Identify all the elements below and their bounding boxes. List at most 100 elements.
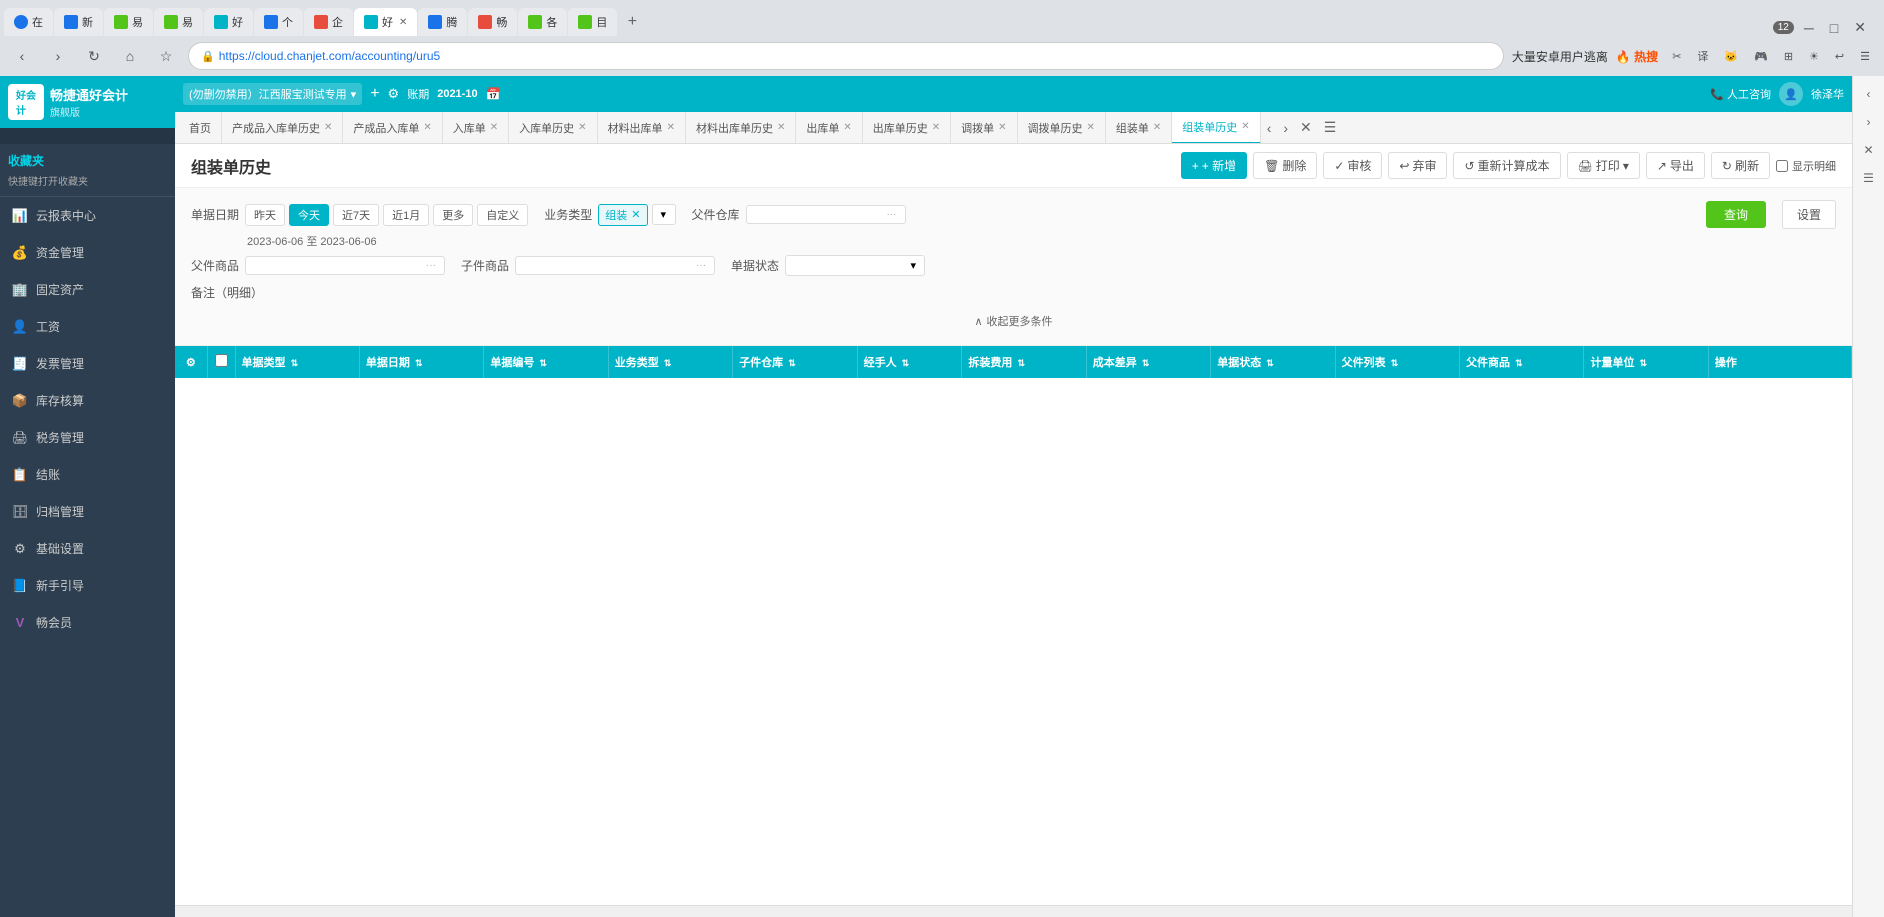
settings-icon-topbar[interactable]: ⚙ bbox=[388, 86, 400, 102]
tab-close-inbound[interactable]: ✕ bbox=[490, 122, 498, 133]
col-bill-type[interactable]: 单据类型 ⇅ bbox=[235, 346, 359, 378]
sidebar-item-settings[interactable]: ⚙ 基础设置 bbox=[0, 530, 175, 567]
tab-outbound[interactable]: 出库单 ✕ bbox=[796, 112, 862, 144]
minimize-button[interactable]: ─ bbox=[1798, 20, 1820, 36]
sidebar-item-reports[interactable]: 📊 云报表中心 bbox=[0, 197, 175, 234]
browser-tab-active[interactable]: 好 ✕ bbox=[354, 8, 417, 36]
sidebar-item-finance[interactable]: 💰 资金管理 bbox=[0, 234, 175, 271]
sidebar-item-invoice[interactable]: 🧾 发票管理 bbox=[0, 345, 175, 382]
company-selector[interactable]: (勿删勿禁用）江西服宝测试专用 ▾ bbox=[183, 83, 362, 105]
back-button[interactable]: ‹ bbox=[8, 42, 36, 70]
home-button[interactable]: ⌂ bbox=[116, 42, 144, 70]
settings-button[interactable]: 设置 bbox=[1782, 200, 1836, 229]
sidebar-item-archive[interactable]: 🗄 归档管理 bbox=[0, 493, 175, 530]
parent-warehouse-input[interactable]: ··· bbox=[746, 205, 906, 224]
col-bill-status[interactable]: 单据状态 ⇅ bbox=[1211, 346, 1335, 378]
cut-tool[interactable]: ✂ bbox=[1666, 48, 1687, 65]
parent-warehouse-more[interactable]: ··· bbox=[887, 209, 897, 220]
audit-button[interactable]: ✓ 审核 bbox=[1323, 152, 1382, 179]
tab-transfer-history[interactable]: 调拨单历史 ✕ bbox=[1018, 112, 1106, 144]
close-window-button[interactable]: ✕ bbox=[1848, 19, 1872, 36]
forward-button[interactable]: › bbox=[44, 42, 72, 70]
column-settings[interactable]: ⚙ bbox=[175, 346, 207, 378]
child-goods-input[interactable]: ··· bbox=[515, 256, 715, 275]
tab-close-outbound[interactable]: ✕ bbox=[843, 122, 851, 133]
tab-close-assembly-history[interactable]: ✕ bbox=[1241, 121, 1249, 132]
query-button[interactable]: 查询 bbox=[1706, 201, 1766, 228]
delete-button[interactable]: 🗑 删除 bbox=[1253, 152, 1317, 179]
select-all-checkbox[interactable] bbox=[215, 354, 228, 367]
date-7days[interactable]: 近7天 bbox=[333, 204, 379, 226]
tab-close-transfer[interactable]: ✕ bbox=[998, 122, 1006, 133]
export-button[interactable]: ↗ 导出 bbox=[1646, 152, 1705, 179]
child-goods-more[interactable]: ··· bbox=[696, 260, 706, 271]
sidebar-item-assets[interactable]: 🏢 固定资产 bbox=[0, 271, 175, 308]
reload-button[interactable]: ↻ bbox=[80, 42, 108, 70]
business-tag-close[interactable]: ✕ bbox=[631, 208, 640, 221]
col-disassembly-fee[interactable]: 拆装费用 ⇅ bbox=[962, 346, 1086, 378]
sidebar-item-member[interactable]: V 畅会员 bbox=[0, 604, 175, 641]
tab-close-outbound-history[interactable]: ✕ bbox=[932, 122, 940, 133]
parent-goods-more[interactable]: ··· bbox=[426, 260, 436, 271]
tab-more[interactable]: ☰ bbox=[1318, 119, 1343, 136]
business-type-dropdown[interactable]: ▾ bbox=[652, 204, 676, 225]
show-detail-checkbox[interactable] bbox=[1776, 160, 1788, 172]
add-button[interactable]: + + 新增 bbox=[1181, 152, 1247, 179]
date-1month[interactable]: 近1月 bbox=[383, 204, 429, 226]
tab-close-inbound-history[interactable]: ✕ bbox=[578, 122, 586, 133]
new-tab-button[interactable]: + bbox=[618, 8, 646, 36]
tab-close-icon[interactable]: ✕ bbox=[399, 17, 407, 28]
tab-product-inbound-history[interactable]: 产成品入库单历史 ✕ bbox=[222, 112, 343, 144]
sidebar-item-tax[interactable]: 🖨 税务管理 bbox=[0, 419, 175, 456]
col-unit[interactable]: 计量单位 ⇅ bbox=[1584, 346, 1708, 378]
maximize-button[interactable]: □ bbox=[1824, 20, 1844, 36]
browser-tab-7[interactable]: 企 bbox=[304, 8, 353, 36]
recalculate-button[interactable]: ↺ 重新计算成本 bbox=[1453, 152, 1560, 179]
select-all-header[interactable] bbox=[207, 346, 235, 378]
print-button[interactable]: 🖨 打印 ▾ bbox=[1567, 152, 1640, 179]
date-yesterday[interactable]: 昨天 bbox=[245, 204, 285, 226]
tab-close-product-inbound[interactable]: ✕ bbox=[423, 122, 431, 133]
col-cost-diff[interactable]: 成本差异 ⇅ bbox=[1086, 346, 1210, 378]
bookmark-button[interactable]: ☆ bbox=[152, 42, 180, 70]
tab-transfer[interactable]: 调拨单 ✕ bbox=[951, 112, 1017, 144]
tab-close-assembly[interactable]: ✕ bbox=[1153, 122, 1161, 133]
col-bill-date[interactable]: 单据日期 ⇅ bbox=[359, 346, 483, 378]
refresh-button[interactable]: ↻ 刷新 bbox=[1711, 152, 1770, 179]
sidebar-item-inventory[interactable]: 📦 库存核算 bbox=[0, 382, 175, 419]
tab-nav-right[interactable]: › bbox=[1277, 120, 1294, 136]
undo-tool[interactable]: ↩ bbox=[1829, 48, 1850, 65]
tab-product-inbound[interactable]: 产成品入库单 ✕ bbox=[343, 112, 442, 144]
col-bill-no[interactable]: 单据编号 ⇅ bbox=[484, 346, 608, 378]
date-more[interactable]: 更多 bbox=[433, 204, 473, 226]
tab-inbound-history[interactable]: 入库单历史 ✕ bbox=[509, 112, 597, 144]
browser-tab-10[interactable]: 畅 bbox=[468, 8, 517, 36]
tab-nav-left[interactable]: ‹ bbox=[1261, 120, 1278, 136]
bill-status-dropdown[interactable]: ▾ bbox=[785, 255, 925, 276]
calendar-icon[interactable]: 📅 bbox=[486, 87, 501, 101]
grid-tool[interactable]: ⊞ bbox=[1778, 48, 1799, 65]
url-bar[interactable]: 🔒 https://cloud.chanjet.com/accounting/u… bbox=[188, 42, 1504, 70]
sun-tool[interactable]: ☀ bbox=[1803, 48, 1825, 65]
browser-tab-1[interactable]: 在 bbox=[4, 8, 53, 36]
col-business-type[interactable]: 业务类型 ⇅ bbox=[608, 346, 732, 378]
right-panel-menu[interactable]: ☰ bbox=[1857, 166, 1881, 190]
translate-tool[interactable]: 译 bbox=[1691, 46, 1714, 66]
parent-goods-input[interactable]: ··· bbox=[245, 256, 445, 275]
tab-close-material-outbound[interactable]: ✕ bbox=[667, 122, 675, 133]
browser-tab-4[interactable]: 易 bbox=[154, 8, 203, 36]
right-panel-collapse[interactable]: ‹ bbox=[1857, 82, 1881, 106]
tab-home[interactable]: 首页 bbox=[179, 112, 222, 144]
tab-close-transfer-history[interactable]: ✕ bbox=[1087, 122, 1095, 133]
tab-inbound[interactable]: 入库单 ✕ bbox=[443, 112, 509, 144]
col-child-warehouse[interactable]: 子件仓库 ⇅ bbox=[733, 346, 857, 378]
tab-assembly-history[interactable]: 组装单历史 ✕ bbox=[1172, 112, 1260, 144]
tab-close-all[interactable]: ✕ bbox=[1294, 119, 1318, 136]
sidebar-item-salary[interactable]: 👤 工资 bbox=[0, 308, 175, 345]
add-icon-topbar[interactable]: + bbox=[370, 85, 379, 103]
sidebar-item-checkout[interactable]: 📋 结账 bbox=[0, 456, 175, 493]
date-today[interactable]: 今天 bbox=[289, 204, 329, 226]
date-custom[interactable]: 自定义 bbox=[477, 204, 528, 226]
right-panel-expand[interactable]: › bbox=[1857, 110, 1881, 134]
emoji-tool[interactable]: 🐱 bbox=[1718, 48, 1744, 65]
